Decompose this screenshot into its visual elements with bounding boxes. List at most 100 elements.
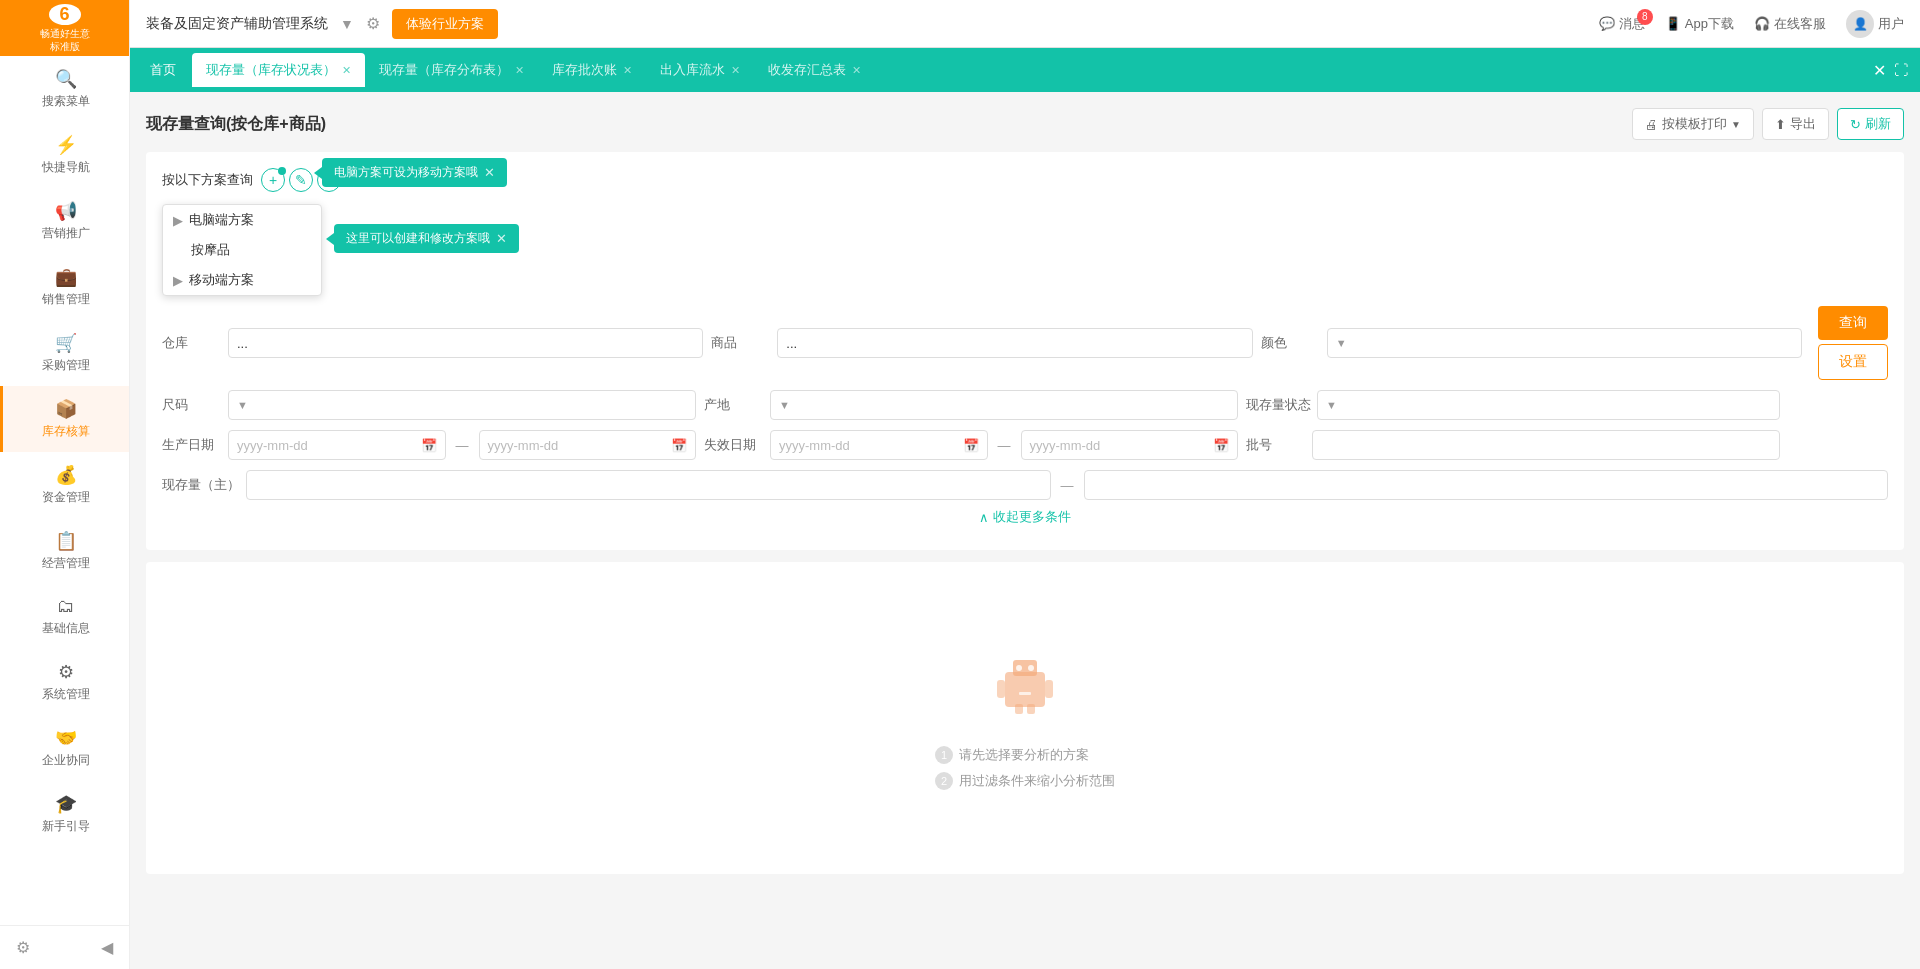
tab-collect[interactable]: 收发存汇总表 ✕	[754, 53, 875, 87]
sidebar-item-basic[interactable]: 🗂 基础信息	[0, 584, 129, 649]
filter-row-1: 仓库 ... 商品 ... 颜色 ▼	[162, 306, 1888, 380]
tab-close-inventory-status[interactable]: ✕	[342, 64, 351, 77]
inventory-icon: 📦	[55, 398, 77, 420]
header-left: 装备及固定资产辅助管理系统 ▼ ⚙ 体验行业方案	[146, 9, 498, 39]
stock-status-select[interactable]: ▼	[1317, 390, 1780, 420]
dot-indicator	[278, 167, 286, 175]
color-select[interactable]: ▼	[1327, 328, 1802, 358]
field-product: 商品 ...	[711, 328, 1252, 358]
tooltip-create-close[interactable]: ✕	[496, 231, 507, 246]
size-dropdown-icon: ▼	[237, 399, 248, 411]
warehouse-select[interactable]: ...	[228, 328, 703, 358]
tree-expand-icon: ▶	[173, 213, 183, 228]
tab-close-batch[interactable]: ✕	[623, 64, 632, 77]
tab-inventory-dist[interactable]: 现存量（库存分布表） ✕	[365, 53, 538, 87]
empty-tip-1: 1 请先选择要分析的方案	[935, 742, 1115, 768]
scheme-tree-item-massage[interactable]: 按摩品	[163, 235, 321, 265]
field-warehouse: 仓库 ...	[162, 328, 703, 358]
sidebar-item-system[interactable]: ⚙ 系统管理	[0, 649, 129, 715]
filter-collapse-button[interactable]: ∧ 收起更多条件	[162, 500, 1888, 534]
field-color: 颜色 ▼	[1261, 328, 1802, 358]
message-icon: 💬	[1599, 16, 1615, 31]
sidebar-item-sales[interactable]: 💼 销售管理	[0, 254, 129, 320]
online-support-button[interactable]: 🎧 在线客服	[1754, 15, 1826, 33]
refresh-icon: ↻	[1850, 117, 1861, 132]
guide-icon: 🎓	[55, 793, 77, 815]
tab-close-inout[interactable]: ✕	[731, 64, 740, 77]
print-button[interactable]: 🖨 按模板打印 ▼	[1632, 108, 1754, 140]
fullscreen-icon[interactable]: ⛶	[1894, 62, 1908, 78]
sidebar-item-search[interactable]: 🔍 搜索菜单	[0, 56, 129, 122]
prod-date-start[interactable]: yyyy-mm-dd 📅	[228, 430, 446, 460]
scheme-tree-item-desktop[interactable]: ▶ 电脑端方案	[163, 205, 321, 235]
sidebar-item-inventory[interactable]: 📦 库存核算	[0, 386, 129, 452]
filter-row-4: 现存量（主） —	[162, 470, 1888, 500]
svg-rect-4	[1019, 692, 1031, 695]
chevron-up-icon: ∧	[979, 510, 989, 525]
header-right: 💬 消息 8 📱 App下载 🎧 在线客服 👤 用户	[1599, 10, 1904, 38]
tab-close-inventory-dist[interactable]: ✕	[515, 64, 524, 77]
experience-button[interactable]: 体验行业方案	[392, 9, 498, 39]
refresh-button[interactable]: ↻ 刷新	[1837, 108, 1904, 140]
sidebar-collapse-icon[interactable]: ◀	[101, 938, 113, 957]
tooltip-scheme: 电脑方案可设为移动方案哦 ✕	[322, 158, 507, 187]
size-select[interactable]: ▼	[228, 390, 696, 420]
color-dropdown-icon: ▼	[1336, 337, 1347, 349]
origin-select[interactable]: ▼	[770, 390, 1238, 420]
stock-qty-max[interactable]	[1084, 470, 1889, 500]
tab-batch[interactable]: 库存批次账 ✕	[538, 53, 646, 87]
header-settings-icon[interactable]: ⚙	[366, 14, 380, 33]
tab-home[interactable]: 首页	[134, 53, 192, 87]
svg-rect-5	[997, 680, 1005, 698]
scheme-tree: ▶ 电脑端方案 按摩品 ▶ 移动端方案	[162, 204, 322, 296]
sidebar-item-marketing[interactable]: 📢 营销推广	[0, 188, 129, 254]
batch-label: 批号	[1246, 436, 1306, 454]
scheme-section: ▶ 电脑端方案 按摩品 ▶ 移动端方案 这里可以创建和修改方案哦 ✕	[162, 204, 1888, 296]
reset-button[interactable]: 设置	[1818, 344, 1888, 380]
expire-date-start[interactable]: yyyy-mm-dd 📅	[770, 430, 988, 460]
origin-label: 产地	[704, 396, 764, 414]
sidebar-settings-icon[interactable]: ⚙	[16, 938, 30, 957]
tab-inout[interactable]: 出入库流水 ✕	[646, 53, 754, 87]
scheme-tree-item-mobile[interactable]: ▶ 移动端方案	[163, 265, 321, 295]
add-scheme-button[interactable]: +	[261, 168, 285, 192]
sidebar-item-finance[interactable]: 💰 资金管理	[0, 452, 129, 518]
stock-qty-min[interactable]	[246, 470, 1051, 500]
expire-date-end[interactable]: yyyy-mm-dd 📅	[1021, 430, 1239, 460]
print-dropdown-icon: ▼	[1731, 119, 1741, 130]
enterprise-icon: 🤝	[55, 727, 77, 749]
sidebar-item-purchase[interactable]: 🛒 采购管理	[0, 320, 129, 386]
user-menu[interactable]: 👤 用户	[1846, 10, 1904, 38]
product-label: 商品	[711, 334, 771, 352]
tip-num-2: 2	[935, 772, 953, 790]
sidebar-item-guide[interactable]: 🎓 新手引导	[0, 781, 129, 847]
top-header: 装备及固定资产辅助管理系统 ▼ ⚙ 体验行业方案 💬 消息 8 📱 App下载 …	[130, 0, 1920, 48]
product-select[interactable]: ...	[777, 328, 1252, 358]
message-button[interactable]: 💬 消息 8	[1599, 15, 1645, 33]
sidebar-item-enterprise[interactable]: 🤝 企业协同	[0, 715, 129, 781]
search-button[interactable]: 查询	[1818, 306, 1888, 340]
app-download-button[interactable]: 📱 App下载	[1665, 15, 1734, 33]
color-label: 颜色	[1261, 334, 1321, 352]
prod-date-label: 生产日期	[162, 436, 222, 454]
tab-close-collect[interactable]: ✕	[852, 64, 861, 77]
empty-tips: 1 请先选择要分析的方案 2 用过滤条件来缩小分析范围	[935, 742, 1115, 794]
logo-icon: 6	[49, 4, 81, 25]
sidebar-item-quick[interactable]: ⚡ 快捷导航	[0, 122, 129, 188]
user-avatar: 👤	[1846, 10, 1874, 38]
export-button[interactable]: ⬆ 导出	[1762, 108, 1829, 140]
headset-icon: 🎧	[1754, 16, 1770, 31]
field-batch: 批号	[1246, 430, 1780, 460]
tooltip-scheme-close[interactable]: ✕	[484, 165, 495, 180]
filter-row-2: 尺码 ▼ 产地 ▼ 现存量状态 ▼	[162, 390, 1888, 420]
tab-inventory-status[interactable]: 现存量（库存状况表） ✕	[192, 53, 365, 87]
filter-header: 按以下方案查询 + ✎ ← 电脑方案可设为移动方案	[162, 168, 1888, 192]
sidebar-item-operations[interactable]: 📋 经营管理	[0, 518, 129, 584]
close-all-tabs-icon[interactable]: ✕	[1873, 61, 1886, 80]
header-dropdown-icon[interactable]: ▼	[340, 16, 354, 32]
batch-input[interactable]	[1312, 430, 1780, 460]
svg-point-2	[1016, 665, 1022, 671]
prod-date-end[interactable]: yyyy-mm-dd 📅	[479, 430, 697, 460]
edit-icon: ✎	[295, 172, 307, 188]
edit-scheme-button[interactable]: ✎	[289, 168, 313, 192]
